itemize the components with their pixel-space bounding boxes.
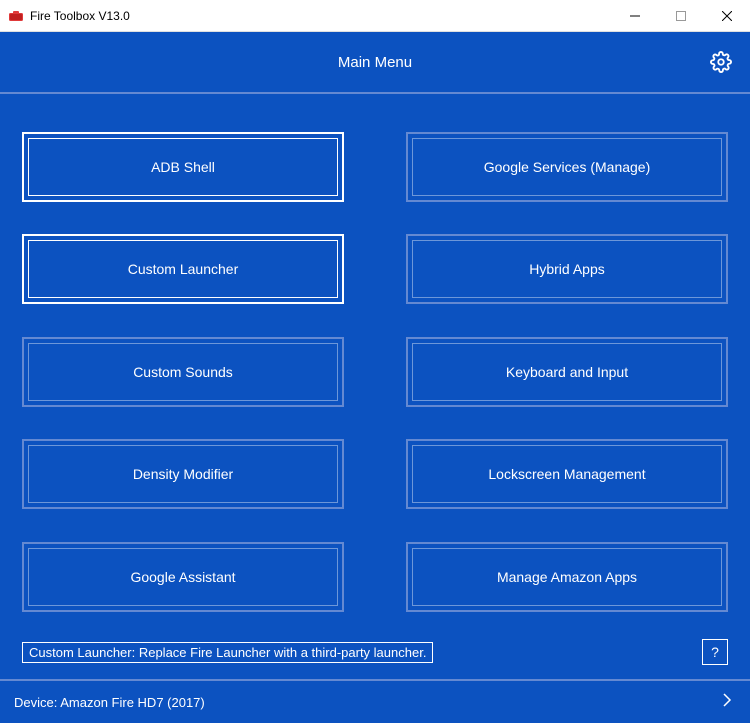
menu-button-label: Google Assistant <box>130 569 235 585</box>
page-title: Main Menu <box>338 54 412 71</box>
menu-button[interactable]: Custom Launcher <box>22 234 344 304</box>
menu-button-label: ADB Shell <box>151 159 215 175</box>
window-controls <box>612 0 750 31</box>
minimize-button[interactable] <box>612 0 658 31</box>
chevron-right-icon[interactable] <box>722 693 732 712</box>
device-label: Device: Amazon Fire HD7 (2017) <box>14 695 205 710</box>
content: ADB Shell Google Services (Manage) Custom … <box>0 94 750 679</box>
app-icon <box>8 8 24 24</box>
menu-button-label: Keyboard and Input <box>506 364 628 380</box>
menu-button-label: Lockscreen Management <box>488 466 645 482</box>
help-button[interactable]: ? <box>702 639 728 665</box>
menu-button[interactable]: Custom Sounds <box>22 337 344 407</box>
menu-button-label: Google Services (Manage) <box>484 159 651 175</box>
menu-button-label: Manage Amazon Apps <box>497 569 637 585</box>
footer-row: Custom Launcher: Replace Fire Launcher w… <box>22 639 728 665</box>
app-body: Main Menu ADB Shell Google Services (Mana… <box>0 32 750 723</box>
device-bar: Device: Amazon Fire HD7 (2017) <box>0 679 750 723</box>
menu-button-label: Custom Sounds <box>133 364 233 380</box>
menu-button[interactable]: ADB Shell <box>22 132 344 202</box>
menu-button-label: Density Modifier <box>133 466 233 482</box>
menu-button-label: Custom Launcher <box>128 261 239 277</box>
menu-button[interactable]: Hybrid Apps <box>406 234 728 304</box>
maximize-button[interactable] <box>658 0 704 31</box>
menu-button[interactable]: Keyboard and Input <box>406 337 728 407</box>
gear-icon[interactable] <box>710 51 732 73</box>
menu-button-label: Hybrid Apps <box>529 261 604 277</box>
titlebar: Fire Toolbox V13.0 <box>0 0 750 32</box>
header: Main Menu <box>0 32 750 94</box>
menu-button[interactable]: Google Assistant <box>22 542 344 612</box>
menu-grid: ADB Shell Google Services (Manage) Custom … <box>22 132 728 617</box>
menu-button[interactable]: Lockscreen Management <box>406 439 728 509</box>
menu-button[interactable]: Manage Amazon Apps <box>406 542 728 612</box>
hint-box: Custom Launcher: Replace Fire Launcher w… <box>22 642 433 663</box>
close-button[interactable] <box>704 0 750 31</box>
menu-button[interactable]: Google Services (Manage) <box>406 132 728 202</box>
menu-button[interactable]: Density Modifier <box>22 439 344 509</box>
window-title: Fire Toolbox V13.0 <box>30 9 612 23</box>
